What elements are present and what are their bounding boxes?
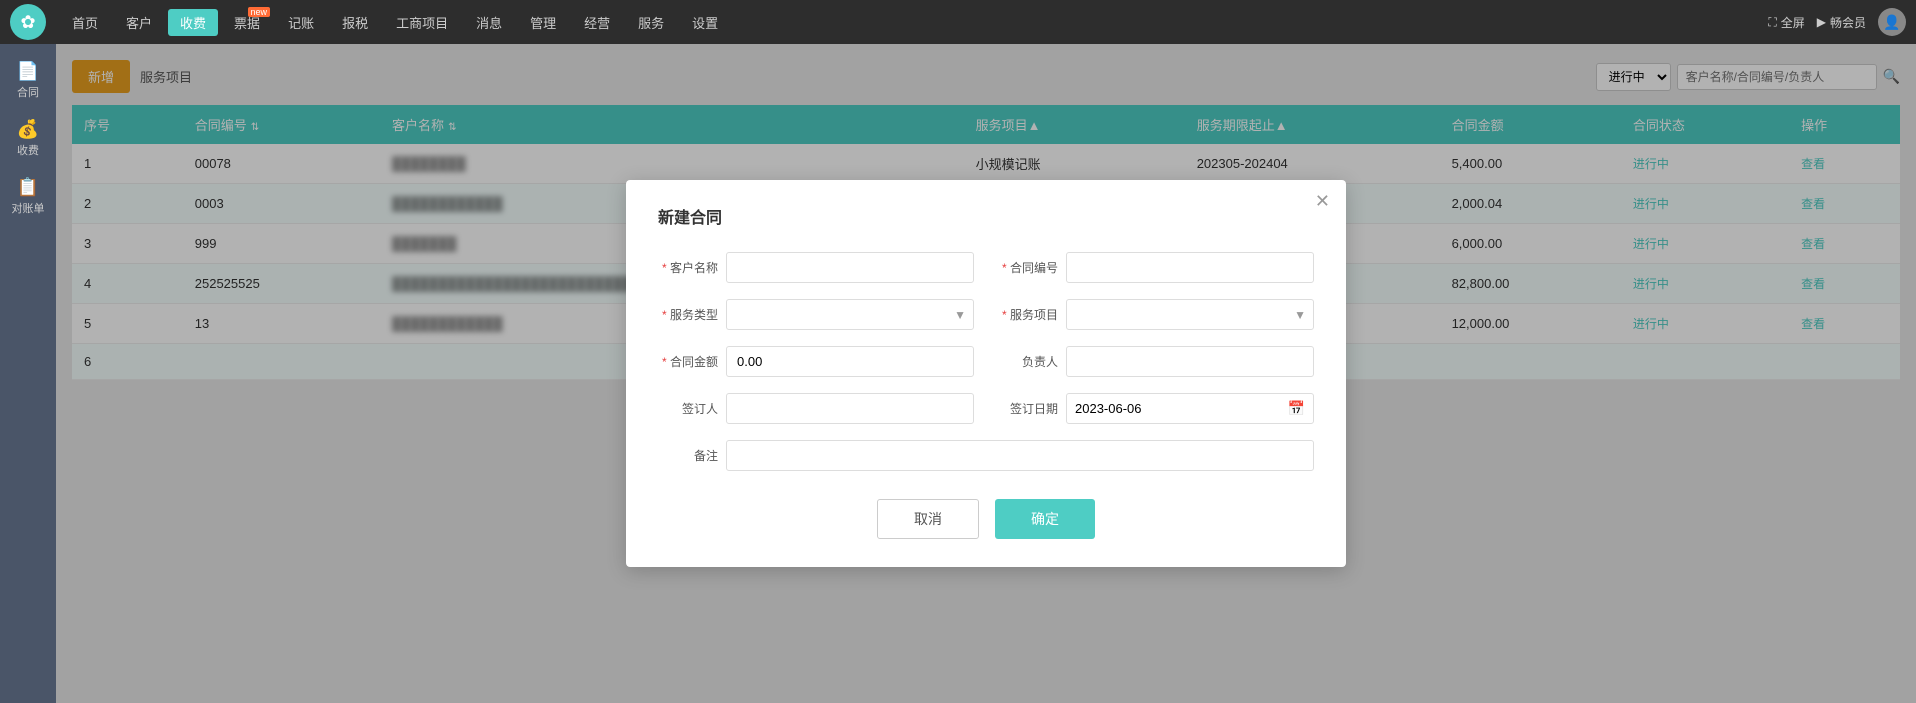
modal-title: 新建合同 [658, 204, 1314, 228]
signer-input[interactable] [726, 393, 974, 424]
modal-footer: 取消 确定 [658, 499, 1314, 539]
avatar-icon: 👤 [1883, 14, 1900, 31]
billing-icon: 💰 [17, 120, 39, 138]
service-type-select[interactable] [726, 299, 974, 330]
nav-message[interactable]: 消息 [464, 9, 514, 36]
content-area: 新增 服务项目 进行中 已完成 已终止 全部 🔍 序号 合同编号 [56, 44, 1916, 703]
service-item-select[interactable] [1066, 299, 1314, 330]
notes-label: 备注 [658, 447, 718, 464]
sidebar-item-statement-label: 对账单 [12, 200, 45, 216]
nav-business[interactable]: 工商项目 [384, 9, 460, 36]
form-row-service-type: 服务类型 ▼ [658, 299, 974, 330]
main-layout: 📄 合同 💰 收费 📋 对账单 新增 服务项目 进行中 已完成 已终止 全部 [0, 44, 1916, 703]
confirm-button[interactable]: 确定 [995, 499, 1095, 539]
contract-no-input[interactable] [1066, 252, 1314, 283]
sidebar-item-billing[interactable]: 💰 收费 [2, 112, 54, 166]
fullscreen-icon: ⛶ [1768, 15, 1776, 30]
nav-invoice[interactable]: 票据 new [222, 9, 272, 36]
sign-date-input[interactable] [1075, 394, 1282, 423]
nav-billing[interactable]: 收费 [168, 9, 218, 36]
form-row-contract-no: 合同编号 [998, 252, 1314, 283]
nav-right-area: ⛶ 全屏 ▶ 畅会员 👤 [1768, 8, 1906, 36]
modal-close-button[interactable]: ✕ [1315, 192, 1330, 210]
contract-amount-label: 合同金额 [658, 353, 718, 370]
nav-bookkeeping[interactable]: 记账 [276, 9, 326, 36]
form-row-sign-date: 签订日期 📅 [998, 393, 1314, 424]
statement-icon: 📋 [17, 178, 39, 196]
form-row-contract-amount: 合同金额 [658, 346, 974, 377]
form-row-signer: 签订人 [658, 393, 974, 424]
customer-name-input[interactable] [726, 252, 974, 283]
nav-service[interactable]: 服务 [626, 9, 676, 36]
top-navigation: ✿ 首页 客户 收费 票据 new 记账 报税 工商项目 消息 管理 经营 服务… [0, 0, 1916, 44]
cancel-button[interactable]: 取消 [877, 499, 979, 539]
fullscreen-button[interactable]: ⛶ 全屏 [1768, 14, 1804, 31]
nav-operation[interactable]: 经营 [572, 9, 622, 36]
sidebar-item-contract-label: 合同 [17, 84, 39, 100]
signer-label: 签订人 [658, 400, 718, 417]
fullscreen-label: 全屏 [1781, 14, 1805, 31]
responsible-person-input[interactable] [1066, 346, 1314, 377]
service-type-select-wrapper: ▼ [726, 299, 974, 330]
sign-date-label: 签订日期 [998, 400, 1058, 417]
member-button[interactable]: ▶ 畅会员 [1817, 14, 1866, 31]
new-badge: new [248, 7, 271, 17]
notes-input[interactable] [726, 440, 1314, 471]
service-item-select-wrapper: ▼ [1066, 299, 1314, 330]
service-type-label: 服务类型 [658, 306, 718, 323]
calendar-icon[interactable]: 📅 [1288, 400, 1305, 417]
nav-home[interactable]: 首页 [60, 9, 110, 36]
nav-customer[interactable]: 客户 [114, 9, 164, 36]
nav-menu: 首页 客户 收费 票据 new 记账 报税 工商项目 消息 管理 经营 服务 设… [60, 9, 1768, 36]
sidebar-item-statement[interactable]: 📋 对账单 [2, 170, 54, 224]
modal-overlay: 新建合同 ✕ 客户名称 合同编号 服务类型 [56, 44, 1916, 703]
nav-tax[interactable]: 报税 [330, 9, 380, 36]
form-row-responsible-person: 负责人 [998, 346, 1314, 377]
new-contract-modal: 新建合同 ✕ 客户名称 合同编号 服务类型 [626, 180, 1346, 567]
member-icon: ▶ [1817, 15, 1826, 29]
app-logo: ✿ [10, 4, 46, 40]
sidebar-item-billing-label: 收费 [17, 142, 39, 158]
form-grid: 客户名称 合同编号 服务类型 ▼ [658, 252, 1314, 471]
form-row-service-item: 服务项目 ▼ [998, 299, 1314, 330]
customer-name-label: 客户名称 [658, 259, 718, 276]
contract-amount-input[interactable] [726, 346, 974, 377]
service-item-label: 服务项目 [998, 306, 1058, 323]
member-label: 畅会员 [1830, 14, 1866, 31]
nav-management[interactable]: 管理 [518, 9, 568, 36]
left-sidebar: 📄 合同 💰 收费 📋 对账单 [0, 44, 56, 703]
responsible-person-label: 负责人 [998, 353, 1058, 370]
contract-icon: 📄 [17, 62, 39, 80]
user-avatar[interactable]: 👤 [1878, 8, 1906, 36]
sidebar-item-contract[interactable]: 📄 合同 [2, 54, 54, 108]
form-row-notes: 备注 [658, 440, 1314, 471]
nav-settings[interactable]: 设置 [680, 9, 730, 36]
form-row-customer-name: 客户名称 [658, 252, 974, 283]
contract-no-label: 合同编号 [998, 259, 1058, 276]
sign-date-wrapper: 📅 [1066, 393, 1314, 424]
